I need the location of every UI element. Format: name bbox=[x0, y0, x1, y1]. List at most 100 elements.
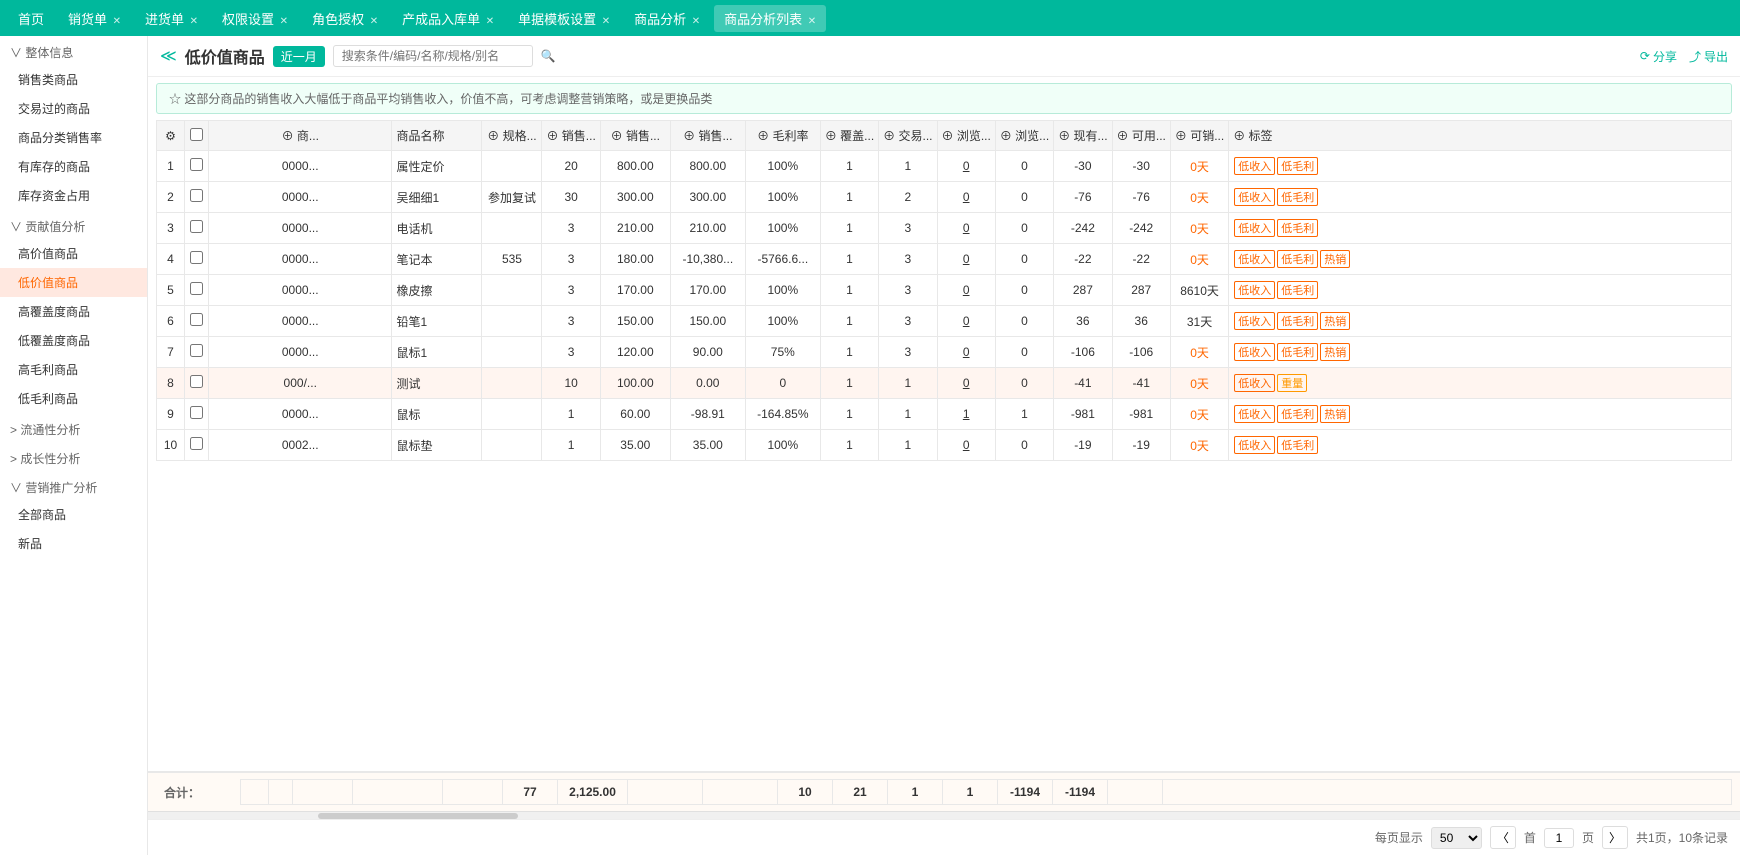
sidebar-group-growth[interactable]: > 成长性分析 bbox=[0, 442, 147, 471]
cell-views1[interactable]: 0 bbox=[963, 314, 970, 328]
cell-views1[interactable]: 1 bbox=[963, 407, 970, 421]
cell-checkbox[interactable] bbox=[185, 182, 209, 213]
close-icon[interactable]: ✕ bbox=[808, 16, 816, 27]
cell-views1[interactable]: 0 bbox=[963, 252, 970, 266]
cell-views1[interactable]: 0 bbox=[963, 159, 970, 173]
first-page-button[interactable]: 〈 bbox=[1490, 826, 1516, 849]
close-icon[interactable]: ✕ bbox=[370, 16, 378, 27]
row-checkbox[interactable] bbox=[190, 344, 203, 357]
tag-label: 低收入 bbox=[1234, 343, 1275, 361]
sidebar-item-all-goods[interactable]: 全部商品 bbox=[0, 500, 147, 529]
nav-home[interactable]: 首页 bbox=[8, 5, 54, 32]
sidebar-group-liquidity[interactable]: > 流通性分析 bbox=[0, 413, 147, 442]
cell-sales2: 210.00 bbox=[600, 213, 670, 244]
cell-sales1: 1 bbox=[542, 430, 600, 461]
cell-checkbox[interactable] bbox=[185, 368, 209, 399]
sidebar-item-traded-goods[interactable]: 交易过的商品 bbox=[0, 94, 147, 123]
close-icon[interactable]: ✕ bbox=[190, 16, 198, 27]
sidebar-item-low-coverage[interactable]: 低覆盖度商品 bbox=[0, 326, 147, 355]
row-checkbox[interactable] bbox=[190, 251, 203, 264]
search-input[interactable] bbox=[333, 45, 533, 67]
cell-views1: 0 bbox=[937, 430, 995, 461]
sidebar-group-contribution[interactable]: ∨ 贡献值分析 bbox=[0, 210, 147, 239]
cell-views2: 0 bbox=[995, 244, 1053, 275]
sidebar-item-high-margin[interactable]: 高毛利商品 bbox=[0, 355, 147, 384]
nav-permissions[interactable]: 权限设置 ✕ bbox=[212, 5, 298, 32]
cell-checkbox[interactable] bbox=[185, 213, 209, 244]
nav-goods-list[interactable]: 商品分析列表 ✕ bbox=[714, 5, 826, 32]
next-page-button[interactable]: 〉 bbox=[1602, 826, 1628, 849]
cell-views1[interactable]: 0 bbox=[963, 438, 970, 452]
cell-margin: 100% bbox=[745, 213, 820, 244]
row-checkbox[interactable] bbox=[190, 406, 203, 419]
cell-sales1: 30 bbox=[542, 182, 600, 213]
cell-views1[interactable]: 0 bbox=[963, 221, 970, 235]
sidebar-group-marketing[interactable]: ∨ 营销推广分析 bbox=[0, 471, 147, 500]
row-checkbox[interactable] bbox=[190, 220, 203, 233]
cell-available: -981 bbox=[1112, 399, 1170, 430]
cell-views1[interactable]: 0 bbox=[963, 376, 970, 390]
row-checkbox[interactable] bbox=[190, 313, 203, 326]
check-all[interactable] bbox=[190, 128, 203, 141]
tag-label: 低收入 bbox=[1234, 374, 1275, 392]
nav-purchase[interactable]: 进货单 ✕ bbox=[135, 5, 208, 32]
cell-checkbox[interactable] bbox=[185, 337, 209, 368]
sidebar-item-high-value[interactable]: 高价值商品 bbox=[0, 239, 147, 268]
table-row: 3 0000... 电话机 3 210.00 210.00 100% 1 3 0… bbox=[157, 213, 1732, 244]
cell-coverage: 1 bbox=[820, 244, 878, 275]
cell-current: -22 bbox=[1054, 244, 1112, 275]
sidebar-item-new-goods[interactable]: 新品 bbox=[0, 529, 147, 558]
cell-views1[interactable]: 0 bbox=[963, 345, 970, 359]
col-header-settings[interactable]: ⚙ bbox=[157, 121, 185, 151]
col-header-check[interactable] bbox=[185, 121, 209, 151]
search-icon[interactable]: 🔍 bbox=[541, 49, 556, 63]
close-icon[interactable]: ✕ bbox=[486, 16, 494, 27]
nav-products-in[interactable]: 产成品入库单 ✕ bbox=[392, 5, 504, 32]
cell-checkbox[interactable] bbox=[185, 244, 209, 275]
nav-goods-analysis[interactable]: 商品分析 ✕ bbox=[624, 5, 710, 32]
close-icon[interactable]: ✕ bbox=[602, 16, 610, 27]
collapse-icon[interactable]: ≪ bbox=[160, 46, 177, 66]
cell-checkbox[interactable] bbox=[185, 399, 209, 430]
cell-coverage: 1 bbox=[820, 399, 878, 430]
sidebar-item-category-sales[interactable]: 商品分类销售率 bbox=[0, 123, 147, 152]
cell-checkbox[interactable] bbox=[185, 306, 209, 337]
sidebar-item-low-margin[interactable]: 低毛利商品 bbox=[0, 384, 147, 413]
cell-margin: 100% bbox=[745, 182, 820, 213]
nav-template[interactable]: 单据模板设置 ✕ bbox=[508, 5, 620, 32]
per-page-select[interactable]: 50 100 200 bbox=[1431, 827, 1482, 849]
filter-tag-button[interactable]: 近一月 bbox=[273, 46, 325, 67]
table-row: 1 0000... 属性定价 20 800.00 800.00 100% 1 1… bbox=[157, 151, 1732, 182]
sidebar-item-stock-goods[interactable]: 有库存的商品 bbox=[0, 152, 147, 181]
cell-coverage: 1 bbox=[820, 306, 878, 337]
nav-sales[interactable]: 销货单 ✕ bbox=[58, 5, 131, 32]
share-button[interactable]: ⟳ 分享 bbox=[1640, 48, 1677, 65]
close-icon[interactable]: ✕ bbox=[280, 16, 288, 27]
row-checkbox[interactable] bbox=[190, 375, 203, 388]
cell-views1[interactable]: 0 bbox=[963, 283, 970, 297]
sidebar-item-high-coverage[interactable]: 高覆盖度商品 bbox=[0, 297, 147, 326]
row-checkbox[interactable] bbox=[190, 437, 203, 450]
cell-trades: 3 bbox=[879, 306, 937, 337]
row-checkbox[interactable] bbox=[190, 282, 203, 295]
sidebar-item-sales-goods[interactable]: 销售类商品 bbox=[0, 65, 147, 94]
table-container[interactable]: ⚙ ⊕ 商... 商品名称 ⊕ 规格... ⊕ 销售... ⊕ 销售... ⊕ … bbox=[148, 120, 1740, 771]
page-number-input[interactable] bbox=[1544, 828, 1574, 848]
cell-sales3: -98.91 bbox=[670, 399, 745, 430]
cell-checkbox[interactable] bbox=[185, 275, 209, 306]
sidebar-item-low-value[interactable]: 低价值商品 bbox=[0, 268, 147, 297]
export-button[interactable]: ⤴ 导出 bbox=[1689, 48, 1728, 65]
cell-views1[interactable]: 0 bbox=[963, 190, 970, 204]
sidebar-group-overall[interactable]: ∨ 整体信息 bbox=[0, 36, 147, 65]
row-checkbox[interactable] bbox=[190, 158, 203, 171]
sidebar-item-stock-capital[interactable]: 库存资金占用 bbox=[0, 181, 147, 210]
col-header-sellable: ⊕ 可销... bbox=[1170, 121, 1228, 151]
nav-roles[interactable]: 角色授权 ✕ bbox=[302, 5, 388, 32]
row-checkbox[interactable] bbox=[190, 189, 203, 202]
close-icon[interactable]: ✕ bbox=[692, 16, 700, 27]
cell-tags: 低收入低毛利 bbox=[1229, 151, 1732, 182]
cell-checkbox[interactable] bbox=[185, 151, 209, 182]
close-icon[interactable]: ✕ bbox=[113, 16, 121, 27]
cell-checkbox[interactable] bbox=[185, 430, 209, 461]
horizontal-scrollbar[interactable] bbox=[148, 811, 1740, 819]
